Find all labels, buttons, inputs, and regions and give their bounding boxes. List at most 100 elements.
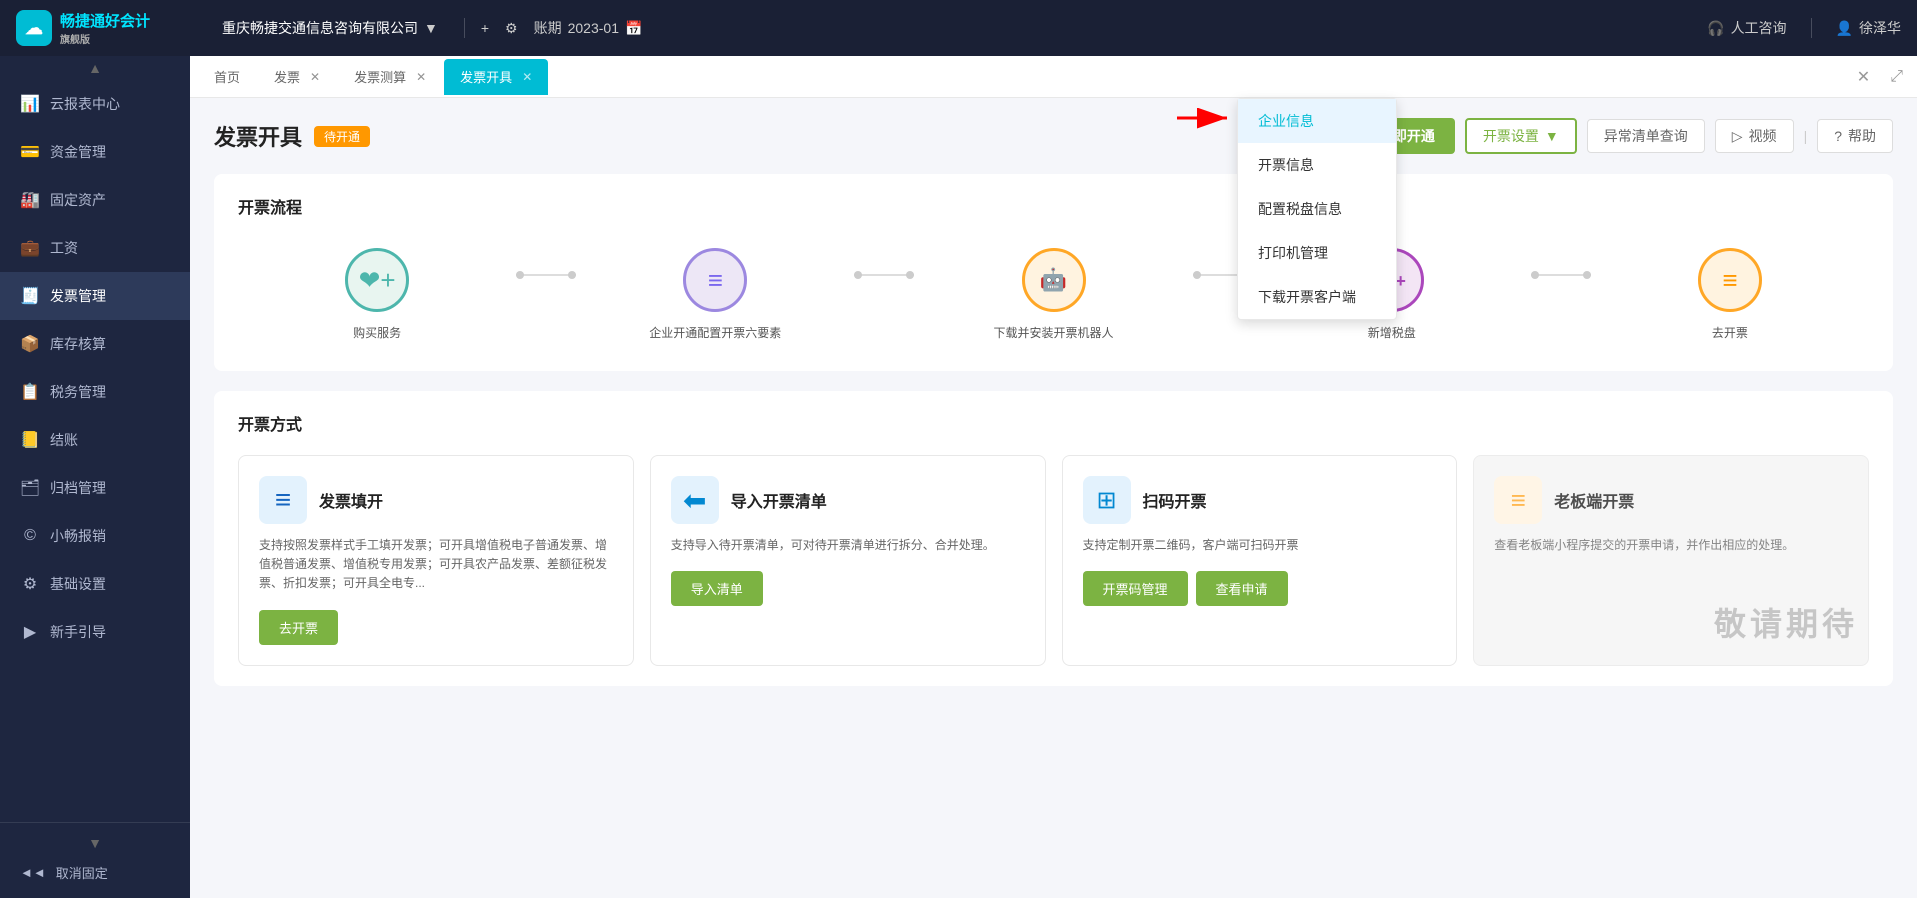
- sidebar-label-guidang: 归档管理: [50, 478, 106, 498]
- method-fill-title: 发票填开: [319, 488, 383, 512]
- import-list-button[interactable]: 导入清单: [671, 571, 763, 606]
- flow-step-buy-label: 购买服务: [353, 324, 401, 341]
- top-header: ☁ 畅捷通好会计 旗舰版 重庆畅捷交通信息咨询有限公司 ▼ + ⚙ 账期 202…: [0, 0, 1917, 56]
- gudingzichan-icon: 🏭: [20, 190, 40, 210]
- sidebar-item-zijin[interactable]: 💳 资金管理: [0, 128, 190, 176]
- calendar-icon: 📅: [625, 20, 642, 37]
- method-scan-icon: ⊞: [1083, 476, 1131, 524]
- tab-expand-btn[interactable]: ⤢: [1884, 64, 1909, 90]
- kucun-icon: 📦: [20, 334, 40, 354]
- settings-dropdown-button[interactable]: 开票设置 ▼: [1465, 118, 1577, 154]
- plus-icon: +: [481, 20, 489, 36]
- sidebar-label-yunbao: 云报表中心: [50, 94, 120, 114]
- headset-icon: 🎧: [1707, 20, 1724, 37]
- company-selector[interactable]: 重庆畅捷交通信息咨询有限公司 ▼: [212, 12, 448, 44]
- tab-fapiao-label: 发票: [274, 67, 300, 86]
- consultation-button[interactable]: 🎧 人工咨询: [1707, 18, 1786, 38]
- tab-fapiao[interactable]: 发票 ✕: [258, 59, 336, 95]
- flow-step-download-icon: 🤖: [1022, 248, 1086, 312]
- logo-main-text: 畅捷通好会计: [60, 10, 150, 31]
- tab-fapiao-close[interactable]: ✕: [310, 70, 320, 84]
- video-button[interactable]: ▷ 视频: [1715, 119, 1794, 153]
- method-boss-desc: 查看老板端小程序提交的开票申请，并作出相应的处理。: [1494, 536, 1848, 555]
- user-name: 徐泽华: [1859, 18, 1901, 38]
- period-badge: 账期 2023-01 📅: [534, 18, 643, 38]
- tab-fapiaocesuan[interactable]: 发票测算 ✕: [338, 59, 442, 95]
- page-title-area: 发票开具 待开通: [214, 120, 370, 152]
- sidebar-item-xinshouyindao[interactable]: ▶ 新手引导: [0, 608, 190, 656]
- method-card-boss: ≡ 老板端开票 查看老板端小程序提交的开票申请，并作出相应的处理。 敬请期待: [1473, 455, 1869, 666]
- exception-list-button[interactable]: 异常清单查询: [1587, 119, 1705, 153]
- fapiao-icon: 🧾: [20, 286, 40, 306]
- robot-icon: 🤖: [1040, 267, 1067, 293]
- fill-invoice-icon: ≡: [275, 484, 291, 516]
- method-cards: ≡ 发票填开 支持按照发票样式手工填开发票；可开具增值税电子普通发票、增值税普通…: [238, 455, 1869, 666]
- tab-fapiaocesuan-close[interactable]: ✕: [416, 70, 426, 84]
- flow-connector-4: [1531, 274, 1591, 276]
- methods-section: 开票方式 ≡ 发票填开 支持按照发票样式手工填开发票；可开具增值税电子普通发票、…: [214, 391, 1893, 686]
- method-import-desc: 支持导入待开票清单，可对待开票清单进行拆分、合并处理。: [671, 536, 1025, 555]
- flow-connector-1: [516, 274, 576, 276]
- content-area: 首页 发票 ✕ 发票测算 ✕ 发票开具 ✕ ✕ ⤢: [190, 56, 1917, 898]
- sidebar-item-fapiao[interactable]: 🧾 发票管理: [0, 272, 190, 320]
- method-scan-header: ⊞ 扫码开票: [1083, 476, 1437, 524]
- help-label: 帮助: [1848, 126, 1876, 146]
- shuiwu-icon: 📋: [20, 382, 40, 402]
- method-import-header: ⬅ 导入开票清单: [671, 476, 1025, 524]
- sidebar-item-kucun[interactable]: 📦 库存核算: [0, 320, 190, 368]
- sidebar-item-gudingzichan[interactable]: 🏭 固定资产: [0, 176, 190, 224]
- pin-icon: ◄◄: [20, 865, 46, 880]
- gear-icon: ⚙: [505, 20, 518, 37]
- method-boss-header: ≡ 老板端开票: [1494, 476, 1848, 524]
- import-icon: ⬅: [683, 484, 706, 517]
- tab-bar-right: ✕ ⤢: [1851, 63, 1909, 91]
- method-card-import: ⬅ 导入开票清单 支持导入待开票清单，可对待开票清单进行拆分、合并处理。 导入清…: [650, 455, 1046, 666]
- flow-steps: ❤+ 购买服务 ≡ 企业开通配置开票六要素: [238, 238, 1869, 351]
- dropdown-item-company-info[interactable]: 企业信息: [1238, 99, 1396, 143]
- user-avatar-icon: 👤: [1836, 20, 1853, 37]
- header-divider-1: [464, 18, 465, 38]
- tab-close-btn[interactable]: ✕: [1851, 63, 1876, 91]
- sidebar-scroll-down[interactable]: ▼: [0, 831, 190, 855]
- method-import-icon: ⬅: [671, 476, 719, 524]
- sidebar-item-xiaochang[interactable]: © 小畅报销: [0, 512, 190, 560]
- tab-bar: 首页 发票 ✕ 发票测算 ✕ 发票开具 ✕ ✕ ⤢: [190, 56, 1917, 98]
- sidebar-item-shuiwu[interactable]: 📋 税务管理: [0, 368, 190, 416]
- sidebar-label-xiaochang: 小畅报销: [50, 526, 106, 546]
- sidebar-item-jiezhang[interactable]: 📒 结账: [0, 416, 190, 464]
- question-icon: ?: [1834, 128, 1842, 144]
- tab-home[interactable]: 首页: [198, 59, 256, 95]
- scan-qr-icon: ⊞: [1096, 486, 1116, 515]
- dropdown-item-invoice-info[interactable]: 开票信息: [1238, 143, 1396, 187]
- sidebar-scroll-up[interactable]: ▲: [0, 56, 190, 80]
- dropdown-item-download-client[interactable]: 下载开票客户端: [1238, 275, 1396, 319]
- sidebar-item-yunbao[interactable]: 📊 云报表中心: [0, 80, 190, 128]
- add-button[interactable]: +: [481, 20, 489, 36]
- dropdown-item-printer[interactable]: 打印机管理: [1238, 231, 1396, 275]
- flow-step-invoice-icon: ≡: [1698, 248, 1762, 312]
- period-value: 2023-01: [568, 20, 619, 36]
- scan-view-button[interactable]: 查看申请: [1196, 571, 1288, 606]
- dropdown-item-tax-disk[interactable]: 配置税盘信息: [1238, 187, 1396, 231]
- main-layout: ▲ 📊 云报表中心 💳 资金管理 🏭 固定资产 💼 工资 🧾 发票管理 📦 库存…: [0, 56, 1917, 898]
- sidebar-label-jichushezhi: 基础设置: [50, 574, 106, 594]
- flow-step-download-label: 下载并安装开票机器人: [994, 324, 1114, 341]
- sidebar-label-cancel-pin: 取消固定: [56, 863, 108, 882]
- fill-invoice-button[interactable]: 去开票: [259, 610, 338, 645]
- sidebar-item-gongzi[interactable]: 💼 工资: [0, 224, 190, 272]
- tab-fapiaokaiqu[interactable]: 发票开具 ✕: [444, 59, 548, 95]
- separator: |: [1804, 128, 1808, 144]
- sidebar-item-jichushezhi[interactable]: ⚙ 基础设置: [0, 560, 190, 608]
- sidebar-item-guidang[interactable]: 🗂 归档管理: [0, 464, 190, 512]
- gongzi-icon: 💼: [20, 238, 40, 258]
- tab-fapiaokaiqu-close[interactable]: ✕: [522, 70, 532, 84]
- sidebar-item-cancel-pin[interactable]: ◄◄ 取消固定: [0, 855, 190, 890]
- dropdown-menu: 企业信息 开票信息 配置税盘信息 打印机管理 下载开票客户端: [1237, 98, 1397, 320]
- method-boss-title: 老板端开票: [1554, 488, 1634, 512]
- user-profile[interactable]: 👤 徐泽华: [1836, 18, 1901, 38]
- settings-button-label: 开票设置: [1483, 126, 1539, 146]
- help-button[interactable]: ? 帮助: [1817, 119, 1893, 153]
- scan-manage-button[interactable]: 开票码管理: [1083, 571, 1188, 606]
- settings-button[interactable]: ⚙: [505, 20, 518, 37]
- sidebar: ▲ 📊 云报表中心 💳 资金管理 🏭 固定资产 💼 工资 🧾 发票管理 📦 库存…: [0, 56, 190, 898]
